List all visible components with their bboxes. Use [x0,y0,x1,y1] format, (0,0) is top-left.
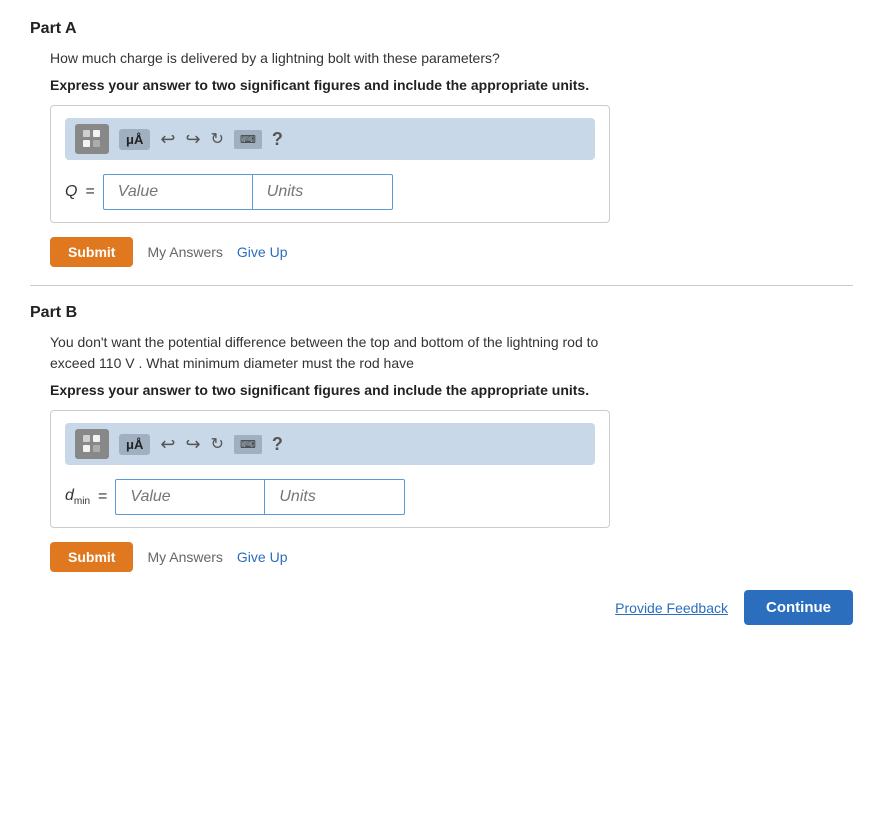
part-b-question-line2: exceed 110 V . What minimum diameter mus… [50,355,414,371]
part-a-action-row: Submit My Answers Give Up [50,237,853,267]
part-a-units-input[interactable] [253,174,393,210]
part-b-variable-label: dmin [65,487,90,507]
part-a-question: How much charge is delivered by a lightn… [50,48,853,69]
part-a-my-answers-label: My Answers [147,244,222,260]
part-b-toolbar: μÅ ↩ ↪ ↻ ⌨ ? [65,423,595,465]
part-b-variable-sub: min [74,496,90,507]
part-b-instruction: Express your answer to two significant f… [50,382,853,398]
redo-arrow-icon[interactable]: ↪ [185,129,200,150]
part-b-give-up-link[interactable]: Give Up [237,549,288,565]
part-a-variable-label: Q [65,183,77,201]
part-b-grid-icon[interactable] [75,429,109,459]
part-b-keyboard-icon[interactable]: ⌨ [234,435,262,454]
part-a-answer-box: μÅ ↩ ↪ ↻ ⌨ ? Q = [50,105,610,223]
refresh-icon[interactable]: ↻ [211,129,224,149]
part-a-input-row: Q = [65,174,595,210]
part-b-refresh-icon[interactable]: ↻ [211,434,224,454]
part-a-instruction: Express your answer to two significant f… [50,77,853,93]
part-b-section: Part B You don't want the potential diff… [30,304,853,572]
part-b-question-line1: You don't want the potential difference … [50,334,598,350]
part-b-mu-button[interactable]: μÅ [119,434,150,455]
part-b-my-answers-label: My Answers [147,549,222,565]
part-a-section: Part A How much charge is delivered by a… [30,20,853,267]
part-b-redo-arrow-icon[interactable]: ↪ [185,434,200,455]
provide-feedback-link[interactable]: Provide Feedback [615,600,728,616]
part-b-value-input[interactable] [115,479,265,515]
part-a-title: Part A [30,20,853,38]
part-a-value-input[interactable] [103,174,253,210]
part-a-submit-button[interactable]: Submit [50,237,133,267]
continue-button[interactable]: Continue [744,590,853,625]
part-b-title: Part B [30,304,853,322]
part-b-question: You don't want the potential difference … [50,332,853,374]
part-b-answer-box: μÅ ↩ ↪ ↻ ⌨ ? dmin = [50,410,610,528]
part-b-equals: = [98,488,107,506]
part-b-help-icon[interactable]: ? [272,434,283,455]
keyboard-icon[interactable]: ⌨ [234,130,262,149]
footer-row: Provide Feedback Continue [30,590,853,625]
section-divider [30,285,853,286]
mu-button[interactable]: μÅ [119,129,150,150]
part-b-action-row: Submit My Answers Give Up [50,542,853,572]
undo-arrow-icon[interactable]: ↩ [160,129,175,150]
part-b-input-row: dmin = [65,479,595,515]
part-b-submit-button[interactable]: Submit [50,542,133,572]
grid-icon[interactable] [75,124,109,154]
help-icon[interactable]: ? [272,129,283,150]
part-a-give-up-link[interactable]: Give Up [237,244,288,260]
part-b-undo-arrow-icon[interactable]: ↩ [160,434,175,455]
part-a-equals: = [85,183,94,201]
part-a-toolbar: μÅ ↩ ↪ ↻ ⌨ ? [65,118,595,160]
part-b-units-input[interactable] [265,479,405,515]
